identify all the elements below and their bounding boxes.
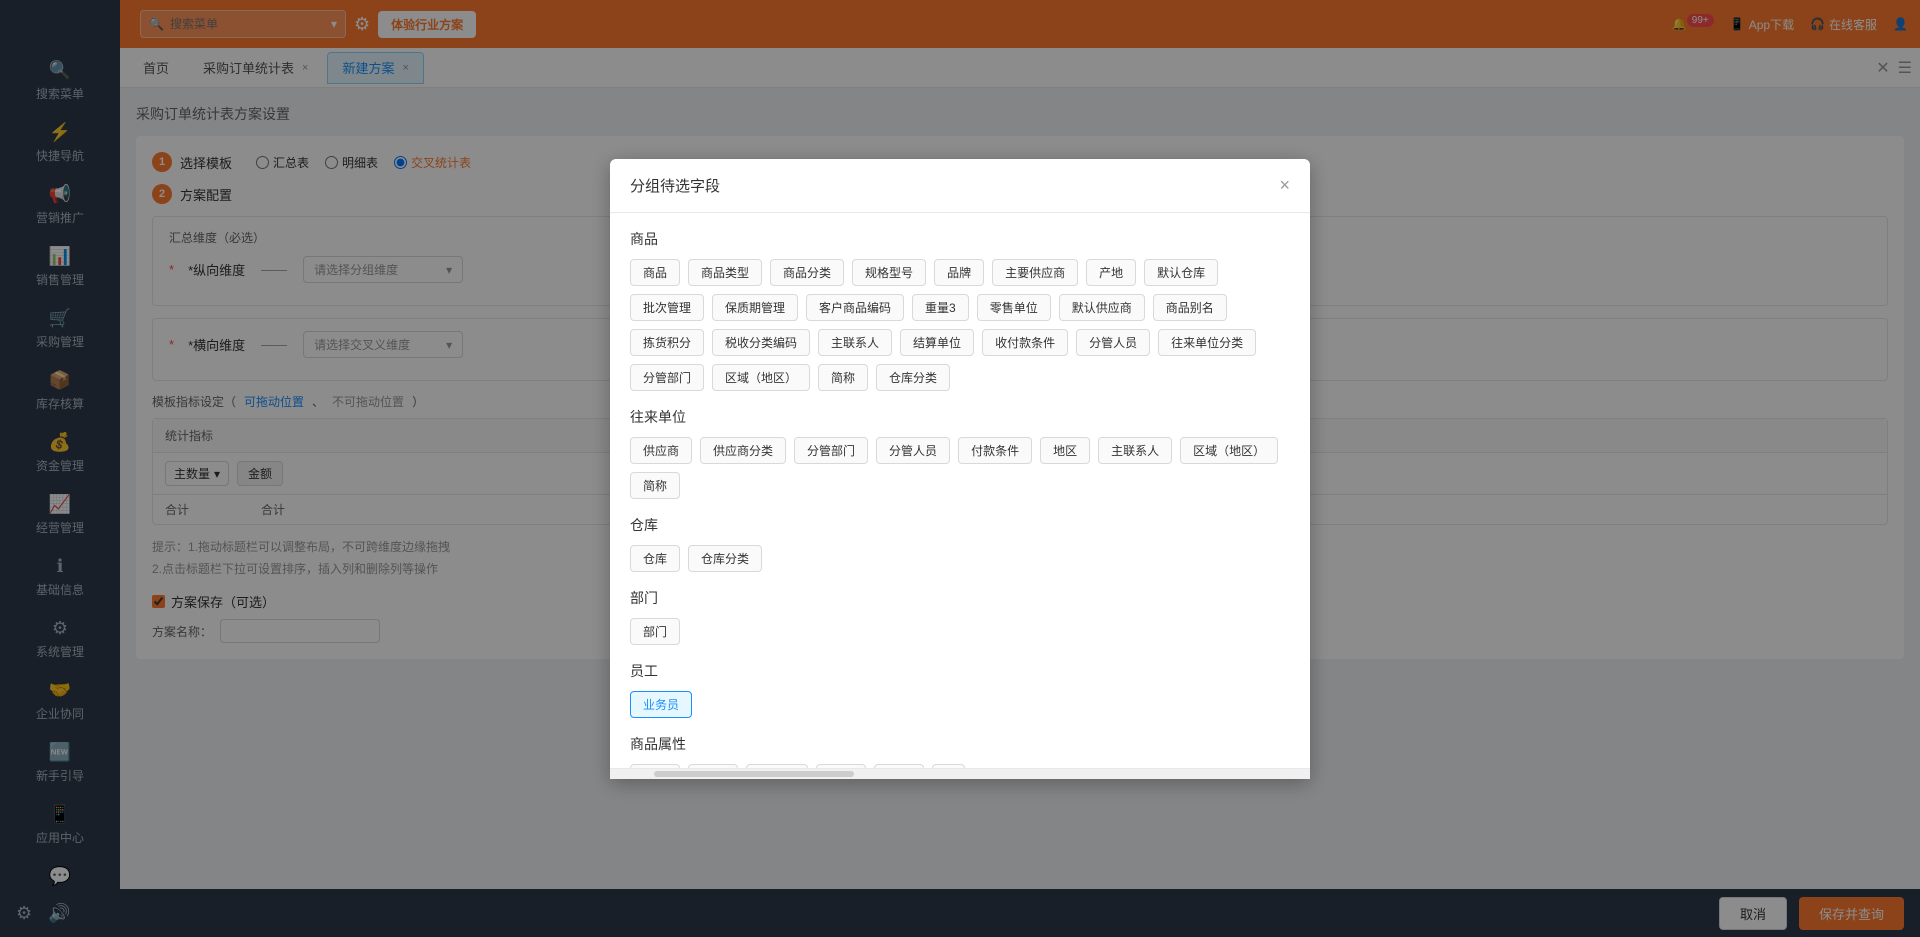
modal-horizontal-scrollbar[interactable] bbox=[610, 768, 1310, 778]
tag-warehouse-cat2[interactable]: 仓库分类 bbox=[688, 545, 762, 572]
tag-settlement-unit[interactable]: 结算单位 bbox=[900, 329, 974, 356]
tag-payment-terms[interactable]: 收付款条件 bbox=[982, 329, 1068, 356]
tag-warehouse[interactable]: 仓库 bbox=[630, 545, 680, 572]
tag-default-warehouse[interactable]: 默认仓库 bbox=[1144, 259, 1218, 286]
section-counterparty-tags: 供应商 供应商分类 分管部门 分管人员 付款条件 地区 主联系人 区域（地区） … bbox=[630, 437, 1290, 499]
tag-short-name[interactable]: 简称 bbox=[818, 364, 868, 391]
tag-dept[interactable]: 分管部门 bbox=[794, 437, 868, 464]
section-employee-tags: 业务员 bbox=[630, 691, 1290, 718]
modal-overlay[interactable]: 分组待选字段 × 商品 商品 商品类型 商品分类 规格型号 品牌 主要供应商 产… bbox=[0, 0, 1920, 937]
tag-supplier-cat[interactable]: 供应商分类 bbox=[700, 437, 786, 464]
tag-expiry-mgmt[interactable]: 保质期管理 bbox=[712, 294, 798, 321]
tag-department[interactable]: 部门 bbox=[630, 618, 680, 645]
tag-default-supplier[interactable]: 默认供应商 bbox=[1059, 294, 1145, 321]
section-goods-title: 商品 bbox=[630, 229, 1290, 249]
tag-brand[interactable]: 品牌 bbox=[934, 259, 984, 286]
tag-goods[interactable]: 商品 bbox=[630, 259, 680, 286]
section-warehouse-title: 仓库 bbox=[630, 515, 1290, 535]
tag-spec-model[interactable]: 规格型号 bbox=[852, 259, 926, 286]
modal-dialog: 分组待选字段 × 商品 商品 商品类型 商品分类 规格型号 品牌 主要供应商 产… bbox=[610, 159, 1310, 779]
tag-supplier[interactable]: 供应商 bbox=[630, 437, 692, 464]
tag-customer-code[interactable]: 客户商品编码 bbox=[806, 294, 904, 321]
tag-goods-category[interactable]: 商品分类 bbox=[770, 259, 844, 286]
section-warehouse-tags: 仓库 仓库分类 bbox=[630, 545, 1290, 572]
tag-pickup-points[interactable]: 拣货积分 bbox=[630, 329, 704, 356]
tag-main-contact[interactable]: 主联系人 bbox=[818, 329, 892, 356]
modal-close-button[interactable]: × bbox=[1279, 176, 1290, 194]
section-employee-title: 员工 bbox=[630, 661, 1290, 681]
tag-mgmt-person[interactable]: 分管人员 bbox=[876, 437, 950, 464]
tag-goods-type[interactable]: 商品类型 bbox=[688, 259, 762, 286]
tag-manager[interactable]: 分管人员 bbox=[1076, 329, 1150, 356]
tag-origin[interactable]: 产地 bbox=[1086, 259, 1136, 286]
tag-from-unit-cat[interactable]: 往来单位分类 bbox=[1158, 329, 1256, 356]
tag-weight3[interactable]: 重量3 bbox=[912, 294, 969, 321]
tag-retail-unit[interactable]: 零售单位 bbox=[977, 294, 1051, 321]
tag-warehouse-cat[interactable]: 仓库分类 bbox=[876, 364, 950, 391]
modal-header: 分组待选字段 × bbox=[610, 159, 1310, 213]
tag-salesperson[interactable]: 业务员 bbox=[630, 691, 692, 718]
section-goods-tags: 商品 商品类型 商品分类 规格型号 品牌 主要供应商 产地 默认仓库 批次管理 … bbox=[630, 259, 1290, 391]
h-scroll-thumb[interactable] bbox=[654, 771, 854, 777]
section-counterparty-title: 往来单位 bbox=[630, 407, 1290, 427]
tag-short-name2[interactable]: 简称 bbox=[630, 472, 680, 499]
section-goods-attrs-title: 商品属性 bbox=[630, 734, 1290, 754]
tag-goods-alias[interactable]: 商品别名 bbox=[1153, 294, 1227, 321]
tag-batch-mgmt[interactable]: 批次管理 bbox=[630, 294, 704, 321]
section-dept-tags: 部门 bbox=[630, 618, 1290, 645]
section-dept-title: 部门 bbox=[630, 588, 1290, 608]
modal-body: 商品 商品 商品类型 商品分类 规格型号 品牌 主要供应商 产地 默认仓库 批次… bbox=[610, 213, 1310, 769]
tag-tax-code[interactable]: 税收分类编码 bbox=[712, 329, 810, 356]
tag-area[interactable]: 地区 bbox=[1040, 437, 1090, 464]
tag-region[interactable]: 区域（地区） bbox=[712, 364, 810, 391]
tag-main-supplier[interactable]: 主要供应商 bbox=[992, 259, 1078, 286]
tag-payment-cond[interactable]: 付款条件 bbox=[958, 437, 1032, 464]
tag-mgmt-dept[interactable]: 分管部门 bbox=[630, 364, 704, 391]
tag-region2[interactable]: 区域（地区） bbox=[1180, 437, 1278, 464]
modal-title: 分组待选字段 bbox=[630, 175, 720, 196]
tag-main-contact2[interactable]: 主联系人 bbox=[1098, 437, 1172, 464]
